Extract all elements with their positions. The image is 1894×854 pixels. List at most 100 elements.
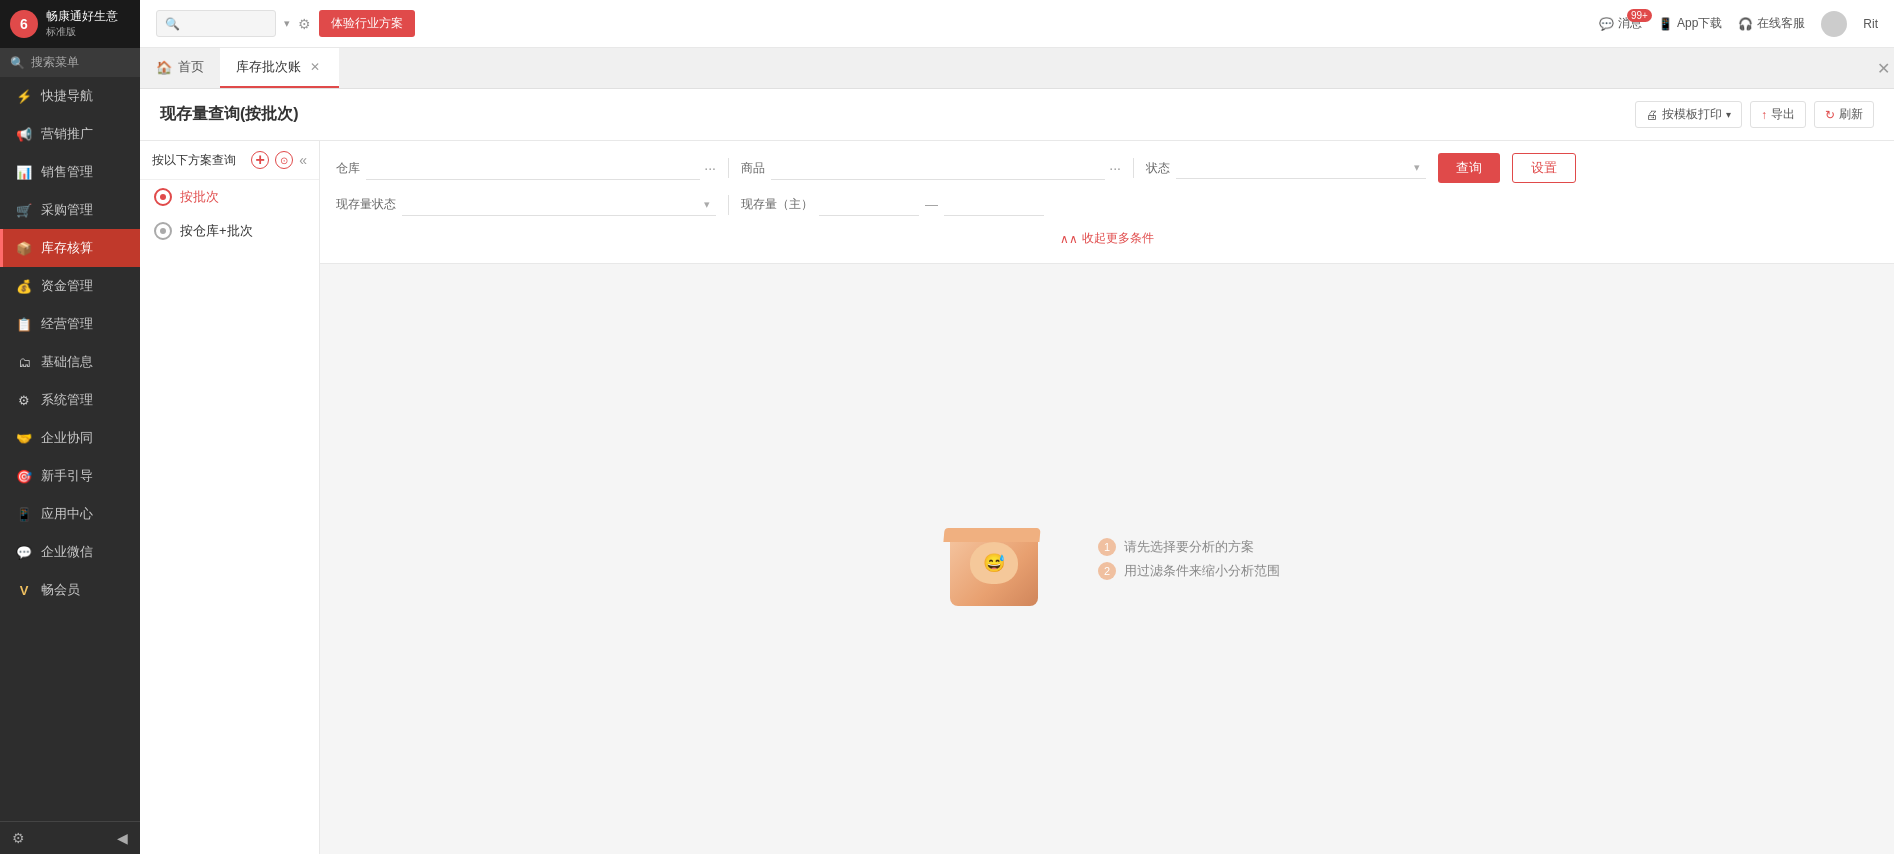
- refresh-label: 刷新: [1839, 106, 1863, 123]
- topbar-chevron-icon[interactable]: ▾: [284, 17, 290, 30]
- topbar-gear-icon[interactable]: ⚙: [298, 16, 311, 32]
- sidebar-item-label: 企业微信: [41, 543, 93, 561]
- sidebar-item-quick-nav[interactable]: ⚡ 快捷导航: [0, 77, 140, 115]
- inventory-qty-min-input[interactable]: [819, 193, 919, 216]
- purchase-icon: 🛒: [15, 201, 33, 219]
- app-logo: 6: [10, 10, 38, 38]
- sales-icon: 📊: [15, 163, 33, 181]
- sidebar-item-purchase[interactable]: 🛒 采购管理: [0, 191, 140, 229]
- query-button[interactable]: 查询: [1438, 153, 1500, 183]
- empty-illustration: 😅: [934, 504, 1054, 614]
- refresh-button[interactable]: ↻ 刷新: [1814, 101, 1874, 128]
- trial-button[interactable]: 体验行业方案: [319, 10, 415, 37]
- scheme-add-icon[interactable]: +: [251, 151, 269, 169]
- sidebar-item-label: 经营管理: [41, 315, 93, 333]
- tab-close-icon[interactable]: ✕: [307, 59, 323, 75]
- inventory-qty-filter: 现存量（主） —: [741, 193, 1121, 216]
- user-avatar[interactable]: [1821, 11, 1847, 37]
- inventory-status-filter: 现存量状态 ▾: [336, 194, 716, 216]
- online-support-label: 在线客服: [1757, 15, 1805, 32]
- message-icon: 💬: [1599, 17, 1614, 31]
- inventory-status-label: 现存量状态: [336, 196, 396, 213]
- sidebar-item-vip[interactable]: V 畅会员: [0, 571, 140, 609]
- scheme-item-warehouse-batch[interactable]: 按仓库+批次: [140, 214, 319, 248]
- empty-tip-1: 1 请先选择要分析的方案: [1098, 538, 1280, 556]
- tip-1-num: 1: [1098, 538, 1116, 556]
- sidebar-item-system[interactable]: ⚙ 系统管理: [0, 381, 140, 419]
- sidebar-item-label: 采购管理: [41, 201, 93, 219]
- sidebar-item-marketing[interactable]: 📢 营销推广: [0, 115, 140, 153]
- sidebar-item-label: 资金管理: [41, 277, 93, 295]
- scheme-collapse-icon[interactable]: «: [299, 152, 307, 168]
- sidebar-item-finance[interactable]: 💰 资金管理: [0, 267, 140, 305]
- company-name: 畅康通好生意: [46, 9, 118, 25]
- quick-nav-icon: ⚡: [15, 87, 33, 105]
- setup-button[interactable]: 设置: [1512, 153, 1576, 183]
- scheme-item-batch[interactable]: 按批次: [140, 180, 319, 214]
- tabs-bar: 🏠 首页 库存批次账 ✕ ✕: [140, 48, 1894, 89]
- tab-home[interactable]: 🏠 首页: [140, 48, 220, 88]
- warehouse-input[interactable]: [366, 157, 700, 180]
- tab-home-label: 首页: [178, 58, 204, 76]
- sidebar-item-new-guide[interactable]: 🎯 新手引导: [0, 457, 140, 495]
- sidebar-item-enterprise-wechat[interactable]: 💬 企业微信: [0, 533, 140, 571]
- tip-1-text: 请先选择要分析的方案: [1124, 538, 1254, 556]
- collapse-more-button[interactable]: ∧∧ 收起更多条件: [1056, 226, 1158, 251]
- status-label: 状态: [1146, 160, 1170, 177]
- print-button[interactable]: 🖨 按模板打印 ▾: [1635, 101, 1742, 128]
- operations-icon: 📋: [15, 315, 33, 333]
- sidebar-item-sales[interactable]: 📊 销售管理: [0, 153, 140, 191]
- sidebar: 6 畅康通好生意 标准版 🔍 搜索菜单 ⚡ 快捷导航 📢 营销推广 📊 销售管理…: [0, 0, 140, 854]
- close-page-icon[interactable]: ✕: [1873, 55, 1894, 82]
- headset-icon: 🎧: [1738, 17, 1753, 31]
- sidebar-footer: ⚙ ◀: [0, 821, 140, 854]
- status-filter: 状态 ▾: [1146, 157, 1426, 179]
- sidebar-collapse-icon[interactable]: ◀: [117, 830, 128, 846]
- export-label: 导出: [1771, 106, 1795, 123]
- sidebar-item-label: 库存核算: [41, 239, 93, 257]
- product-filter: 商品 ···: [741, 157, 1121, 180]
- warehouse-filter: 仓库 ···: [336, 157, 716, 180]
- search-menu-label: 搜索菜单: [31, 54, 79, 71]
- print-icon: 🖨: [1646, 108, 1658, 122]
- online-support-button[interactable]: 🎧 在线客服: [1738, 15, 1805, 32]
- scheme-batch-label: 按批次: [180, 188, 219, 206]
- scheme-panel: 按以下方案查询 + ⊙ « 按批次 按仓库+批次: [140, 141, 320, 854]
- main-area: 🔍 ▾ ⚙ 体验行业方案 💬 消息 99+ 📱 App下载 🎧 在线客服 Rit: [140, 0, 1894, 854]
- sidebar-item-label: 企业协同: [41, 429, 93, 447]
- product-input[interactable]: [771, 157, 1105, 180]
- sidebar-item-app-center[interactable]: 📱 应用中心: [0, 495, 140, 533]
- tip-2-num: 2: [1098, 562, 1116, 580]
- sidebar-item-operations[interactable]: 📋 经营管理: [0, 305, 140, 343]
- status-dropdown[interactable]: ▾: [1176, 157, 1426, 179]
- sidebar-search[interactable]: 🔍 搜索菜单: [0, 48, 140, 77]
- sidebar-settings-icon[interactable]: ⚙: [12, 830, 25, 846]
- topbar: 🔍 ▾ ⚙ 体验行业方案 💬 消息 99+ 📱 App下载 🎧 在线客服 Rit: [140, 0, 1894, 48]
- filter-separator-3: [728, 195, 729, 215]
- finance-icon: 💰: [15, 277, 33, 295]
- right-panel: 仓库 ··· 商品 ··· 状态: [320, 141, 1894, 854]
- inventory-qty-max-input[interactable]: [944, 193, 1044, 216]
- scheme-settings-icon[interactable]: ⊙: [275, 151, 293, 169]
- topbar-search-box[interactable]: 🔍: [156, 10, 276, 37]
- svg-point-1: [160, 228, 166, 234]
- page-title: 现存量查询(按批次): [160, 104, 299, 125]
- collapse-arrow-icon: ∧∧: [1060, 232, 1078, 246]
- product-more-icon[interactable]: ···: [1109, 160, 1121, 176]
- filter-row-1: 仓库 ··· 商品 ··· 状态: [336, 153, 1878, 183]
- sidebar-item-inventory[interactable]: 📦 库存核算: [0, 229, 140, 267]
- export-button[interactable]: ↑ 导出: [1750, 101, 1806, 128]
- inventory-status-dropdown[interactable]: ▾: [402, 194, 716, 216]
- sidebar-item-enterprise[interactable]: 🤝 企业协同: [0, 419, 140, 457]
- enterprise-icon: 🤝: [15, 429, 33, 447]
- sidebar-item-basic-info[interactable]: 🗂 基础信息: [0, 343, 140, 381]
- marketing-icon: 📢: [15, 125, 33, 143]
- tab-inventory-batch[interactable]: 库存批次账 ✕: [220, 48, 339, 88]
- warehouse-more-icon[interactable]: ···: [704, 160, 716, 176]
- content-area: 按以下方案查询 + ⊙ « 按批次 按仓库+批次: [140, 141, 1894, 854]
- sidebar-item-label: 应用中心: [41, 505, 93, 523]
- app-download-button[interactable]: 📱 App下载: [1658, 15, 1722, 32]
- message-button[interactable]: 💬 消息 99+: [1599, 15, 1642, 32]
- tab-inventory-batch-label: 库存批次账: [236, 58, 301, 76]
- app-edition: 标准版: [46, 25, 118, 39]
